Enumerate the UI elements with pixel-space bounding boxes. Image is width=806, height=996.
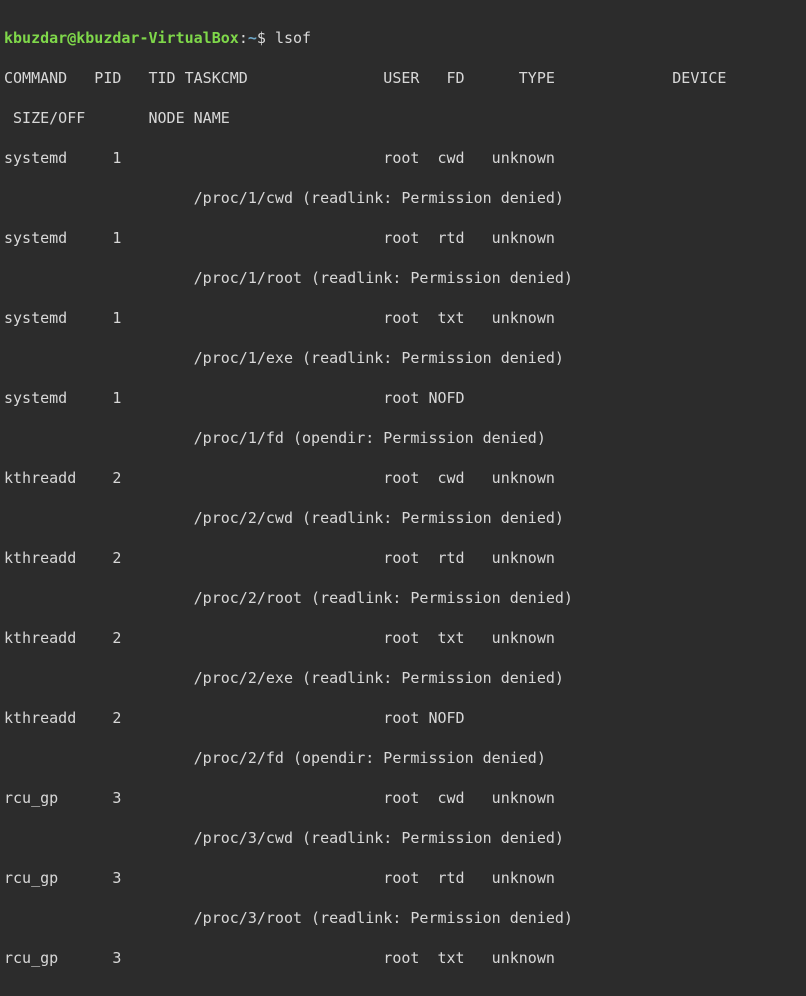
prompt-sep2: $: [257, 29, 275, 47]
lsof-entry-main: kthreadd 2 root rtd unknown: [4, 548, 802, 568]
lsof-entry-detail: /proc/1/fd (opendir: Permission denied): [4, 428, 802, 448]
lsof-entry-main: kthreadd 2 root cwd unknown: [4, 468, 802, 488]
lsof-entry-main: systemd 1 root rtd unknown: [4, 228, 802, 248]
lsof-entry-detail: /proc/2/exe (readlink: Permission denied…: [4, 668, 802, 688]
lsof-entry-main: systemd 1 root txt unknown: [4, 308, 802, 328]
terminal-window[interactable]: kbuzdar@kbuzdar-VirtualBox:~$ lsof COMMA…: [0, 0, 806, 996]
prompt-path: ~: [248, 29, 257, 47]
lsof-entry-main: rcu_gp 3 root txt unknown: [4, 948, 802, 968]
lsof-entry-main: rcu_gp 3 root cwd unknown: [4, 788, 802, 808]
lsof-entry-main: kthreadd 2 root NOFD: [4, 708, 802, 728]
lsof-entry-main: systemd 1 root cwd unknown: [4, 148, 802, 168]
lsof-entry-detail: /proc/2/root (readlink: Permission denie…: [4, 588, 802, 608]
lsof-entry-detail: /proc/3/cwd (readlink: Permission denied…: [4, 828, 802, 848]
lsof-entry-detail: /proc/2/cwd (readlink: Permission denied…: [4, 508, 802, 528]
lsof-entry-detail: /proc/1/cwd (readlink: Permission denied…: [4, 188, 802, 208]
lsof-entry-detail: /proc/3/root (readlink: Permission denie…: [4, 908, 802, 928]
command-text: lsof: [275, 29, 311, 47]
prompt-line[interactable]: kbuzdar@kbuzdar-VirtualBox:~$ lsof: [4, 28, 802, 48]
prompt-sep1: :: [239, 29, 248, 47]
header-line-1: COMMAND PID TID TASKCMD USER FD TYPE DEV…: [4, 68, 802, 88]
lsof-entry-main: kthreadd 2 root txt unknown: [4, 628, 802, 648]
header-line-2: SIZE/OFF NODE NAME: [4, 108, 802, 128]
lsof-entry-main: rcu_gp 3 root rtd unknown: [4, 868, 802, 888]
lsof-entry-main: systemd 1 root NOFD: [4, 388, 802, 408]
prompt-user-host: kbuzdar@kbuzdar-VirtualBox: [4, 29, 239, 47]
lsof-entry-detail: /proc/1/exe (readlink: Permission denied…: [4, 348, 802, 368]
lsof-entry-detail: /proc/2/fd (opendir: Permission denied): [4, 748, 802, 768]
lsof-entry-detail: /proc/1/root (readlink: Permission denie…: [4, 268, 802, 288]
